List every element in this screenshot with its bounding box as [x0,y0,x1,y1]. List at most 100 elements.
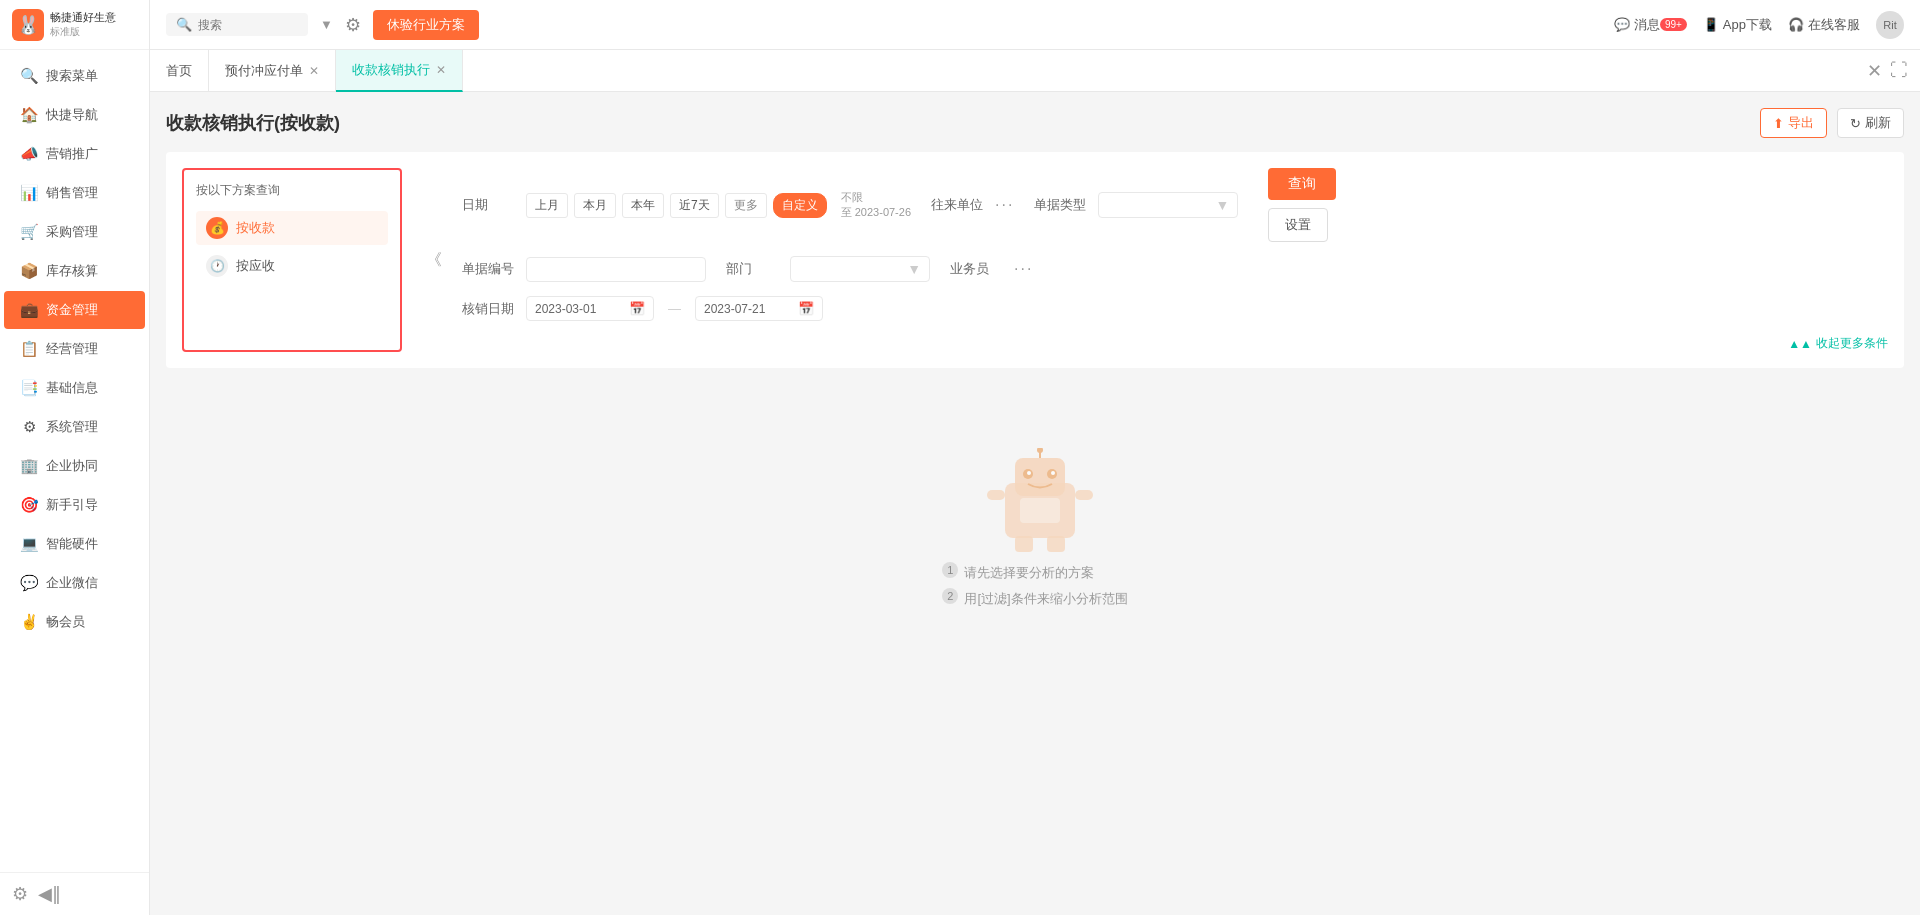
partner-dots-btn[interactable]: ··· [995,196,1014,214]
sidebar-item-finance[interactable]: 💼 资金管理 [4,291,145,329]
sidebar-item-hardware[interactable]: 💻 智能硬件 [4,525,145,563]
industry-solution-btn[interactable]: 休验行业方案 [373,10,479,40]
sidebar-item-wechat[interactable]: 💬 企业微信 [4,564,145,602]
verify-date-end-wrap[interactable]: 📅 [695,296,823,321]
system-icon: ⚙ [20,418,38,436]
svg-rect-8 [987,490,1005,500]
sidebar: 🐰 畅捷通好生意 标准版 🔍 搜索菜单 🏠 快捷导航 📣 营销推广 📊 销售管理… [0,0,150,915]
search-icon: 🔍 [176,17,192,32]
date-filter: 上月 本月 本年 近7天 更多 自定义 [526,193,827,218]
sidebar-nav: 🔍 搜索菜单 🏠 快捷导航 📣 营销推广 📊 销售管理 🛒 采购管理 📦 库存核… [0,50,149,872]
settings-gear-icon[interactable]: ⚙ [12,883,28,905]
dept-select[interactable]: ▼ [790,256,930,282]
sidebar-item-member[interactable]: ✌ 畅会员 [4,603,145,641]
verify-date-label: 核销日期 [462,300,518,318]
tab-close-receipt[interactable]: ✕ [436,63,446,77]
refresh-btn[interactable]: ↻ 刷新 [1837,108,1904,138]
enterprise-icon: 🏢 [20,457,38,475]
partner-label: 往来单位 [931,196,987,214]
doc-type-field: 单据类型 ▼ [1034,192,1238,218]
user-avatar: Rit [1876,11,1904,39]
sidebar-item-system[interactable]: ⚙ 系统管理 [4,408,145,446]
page-content: 收款核销执行(按收款) ⬆ 导出 ↻ 刷新 按以下方案查询 💰 按收款 [150,92,1920,915]
message-btn[interactable]: 💬 消息 99+ [1614,16,1687,34]
date-btn-last-month[interactable]: 上月 [526,193,568,218]
online-service-btn[interactable]: 🎧 在线客服 [1788,16,1860,34]
tab-close-prepay[interactable]: ✕ [309,64,319,78]
verify-date-start-input[interactable] [535,302,625,316]
search-input[interactable] [198,18,298,32]
sidebar-item-purchase[interactable]: 🛒 采购管理 [4,213,145,251]
wechat-icon: 💬 [20,574,38,592]
sidebar-item-base-info[interactable]: 📑 基础信息 [4,369,145,407]
more-conditions-btn[interactable]: ▲▲ 收起更多条件 [462,335,1888,352]
date-btn-this-year[interactable]: 本年 [622,193,664,218]
sidebar-item-inventory[interactable]: 📦 库存核算 [4,252,145,290]
sidebar-item-guide[interactable]: 🎯 新手引导 [4,486,145,524]
tabbar: 首页 预付冲应付单 ✕ 收款核销执行 ✕ ✕ ⛶ [150,50,1920,92]
collapse-sidebar-btn[interactable]: ◀‖ [38,883,61,905]
filter-collapse-btn[interactable]: 《 [422,168,446,352]
verify-date-start-wrap[interactable]: 📅 [526,296,654,321]
topbar-search[interactable]: 🔍 [166,13,308,36]
query-buttons: 查询 设置 [1268,168,1336,242]
sidebar-footer: ⚙ ◀‖ [0,872,149,915]
tab-prepay[interactable]: 预付冲应付单 ✕ [209,50,336,92]
tab-receipt[interactable]: 收款核销执行 ✕ [336,50,463,92]
verify-date-end-input[interactable] [704,302,794,316]
sidebar-item-sales[interactable]: 📊 销售管理 [4,174,145,212]
expand-tab-btn[interactable]: ⛶ [1890,60,1908,81]
date-btn-last-7days[interactable]: 近7天 [670,193,719,218]
cal-icon-end[interactable]: 📅 [798,301,814,316]
home-icon: 🏠 [20,106,38,124]
user-menu-btn[interactable]: Rit [1876,11,1904,39]
dept-label: 部门 [726,260,782,278]
by-receipt-icon: 💰 [206,217,228,239]
refresh-icon: ↻ [1850,116,1861,131]
export-btn[interactable]: ⬆ 导出 [1760,108,1827,138]
topbar-gear-icon[interactable]: ⚙ [345,14,361,36]
setting-btn[interactable]: 设置 [1268,208,1328,242]
doc-no-input[interactable] [535,263,697,277]
svg-point-4 [1027,471,1031,475]
date-btn-this-month[interactable]: 本月 [574,193,616,218]
sidebar-item-marketing[interactable]: 📣 营销推广 [4,135,145,173]
topbar-right: 💬 消息 99+ 📱 App下载 🎧 在线客服 Rit [1614,11,1904,39]
empty-tips: 1 请先选择要分析的方案 2 用[过滤]条件来缩小分析范围 [942,560,1127,612]
topbar-dropdown-icon[interactable]: ▼ [320,17,333,32]
sidebar-item-operations[interactable]: 📋 经营管理 [4,330,145,368]
filter-scheme-panel: 按以下方案查询 💰 按收款 🕐 按应收 [182,168,402,352]
date-btn-more[interactable]: 更多 [725,193,767,218]
app-download-btn[interactable]: 📱 App下载 [1703,16,1772,34]
select-down-icon: ▼ [1216,197,1230,213]
page-title: 收款核销执行(按收款) [166,111,340,135]
staff-label: 业务员 [950,260,1006,278]
sidebar-logo: 🐰 畅捷通好生意 标准版 [0,0,149,50]
filter-option-by-receipt[interactable]: 💰 按收款 [196,211,388,245]
by-receivable-icon: 🕐 [206,255,228,277]
date-btn-custom[interactable]: 自定义 [773,193,827,218]
staff-dots-btn[interactable]: ··· [1014,260,1033,278]
guide-icon: 🎯 [20,496,38,514]
doc-no-field: 单据编号 [462,257,706,282]
doc-type-select[interactable]: ▼ [1098,192,1238,218]
query-btn[interactable]: 查询 [1268,168,1336,200]
hardware-icon: 💻 [20,535,38,553]
svg-rect-12 [1020,498,1060,523]
tab-home[interactable]: 首页 [150,50,209,92]
svg-rect-11 [1047,536,1065,552]
sidebar-item-quick-nav[interactable]: 🏠 快捷导航 [4,96,145,134]
doc-type-label: 单据类型 [1034,196,1090,214]
sales-icon: 📊 [20,184,38,202]
close-tab-btn[interactable]: ✕ [1867,60,1882,82]
sidebar-item-search-menu[interactable]: 🔍 搜索菜单 [4,57,145,95]
sidebar-item-enterprise[interactable]: 🏢 企业协同 [4,447,145,485]
doc-no-input-wrap[interactable] [526,257,706,282]
app-badge: 标准版 [50,25,116,39]
member-icon: ✌ [20,613,38,631]
empty-tip-1: 1 请先选择要分析的方案 [942,560,1127,586]
filter-option-by-receivable[interactable]: 🕐 按应收 [196,249,388,283]
svg-point-7 [1037,448,1043,453]
cal-icon-start[interactable]: 📅 [629,301,645,316]
operations-icon: 📋 [20,340,38,358]
